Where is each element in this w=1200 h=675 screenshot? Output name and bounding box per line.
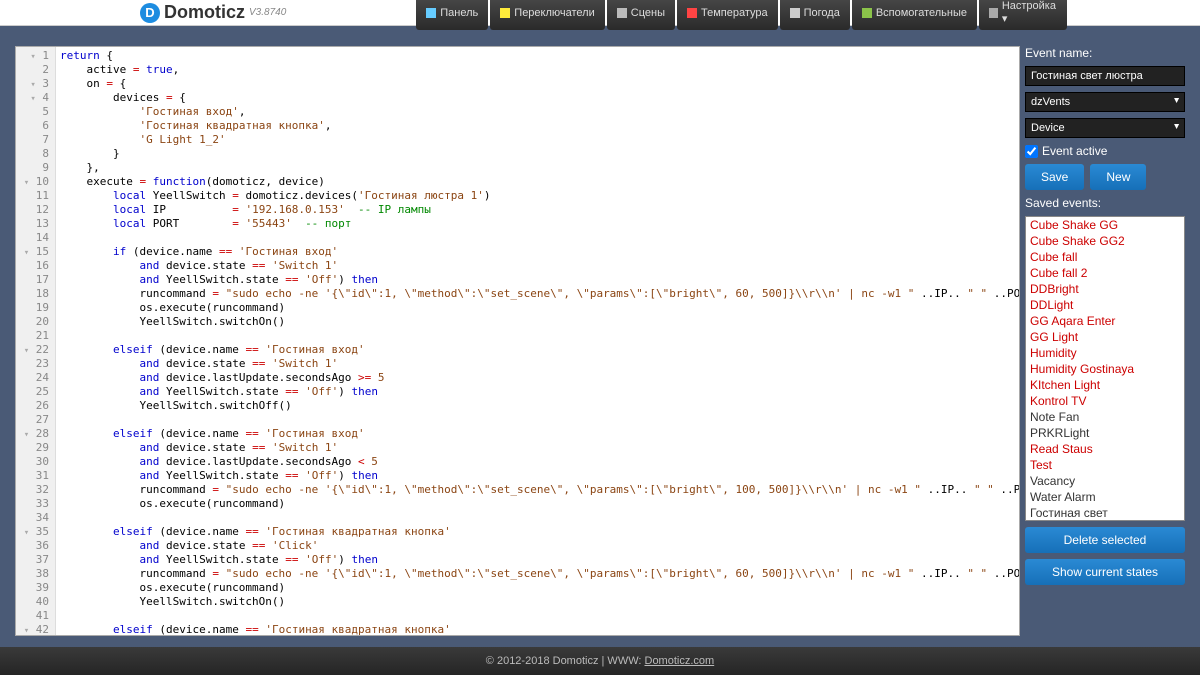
nav-item[interactable]: Настройка ▾ <box>979 0 1067 30</box>
footer-link[interactable]: Domoticz.com <box>645 655 715 667</box>
nav-item[interactable]: Сцены <box>607 0 675 30</box>
line-gutter: ▾ 12▾ 3▾ 456789▾ 1011121314▾ 15161718192… <box>16 47 56 635</box>
saved-event-item[interactable]: Cube fall 2 <box>1026 265 1184 281</box>
saved-events-label: Saved events: <box>1025 196 1185 210</box>
saved-event-item[interactable]: Note Fan <box>1026 409 1184 425</box>
saved-event-item[interactable]: Гостиная свет <box>1026 505 1184 521</box>
show-states-button[interactable]: Show current states <box>1025 559 1185 585</box>
code-area[interactable]: return { active = true, on = { devices =… <box>56 47 1019 635</box>
nav-label: Погода <box>804 7 840 19</box>
saved-event-item[interactable]: Kontrol TV <box>1026 393 1184 409</box>
footer: © 2012-2018 Domoticz | WWW: Domoticz.com <box>0 647 1200 675</box>
nav-label: Настройка ▾ <box>1002 0 1057 25</box>
event-active-label: Event active <box>1042 144 1107 158</box>
saved-event-item[interactable]: Vacancy <box>1026 473 1184 489</box>
nav-item[interactable]: Панель <box>416 0 488 30</box>
save-button[interactable]: Save <box>1025 164 1084 190</box>
event-name-input[interactable] <box>1025 66 1185 86</box>
logo[interactable]: D Domoticz V3.8740 <box>140 2 286 23</box>
nav-label: Панель <box>440 7 478 19</box>
nav-icon <box>426 8 436 18</box>
saved-event-item[interactable]: GG Light <box>1026 329 1184 345</box>
saved-event-item[interactable]: Humidity Gostinaya <box>1026 361 1184 377</box>
nav-label: Сцены <box>631 7 665 19</box>
nav-label: Вспомогательные <box>876 7 967 19</box>
saved-event-item[interactable]: KItchen Light <box>1026 377 1184 393</box>
nav-icon <box>989 8 998 18</box>
saved-event-item[interactable]: Water Alarm <box>1026 489 1184 505</box>
saved-event-item[interactable]: DDBright <box>1026 281 1184 297</box>
saved-events-list[interactable]: Cube Shake GGCube Shake GG2Cube fallCube… <box>1025 216 1185 521</box>
event-name-label: Event name: <box>1025 46 1185 60</box>
code-editor[interactable]: ▾ 12▾ 3▾ 456789▾ 1011121314▾ 15161718192… <box>15 46 1020 636</box>
new-button[interactable]: New <box>1090 164 1146 190</box>
interpreter-select[interactable] <box>1025 92 1185 112</box>
saved-event-item[interactable]: Read Staus <box>1026 441 1184 457</box>
nav-item[interactable]: Погода <box>780 0 850 30</box>
header-bar: D Domoticz V3.8740 Панель Переключатели Сц… <box>0 0 1200 26</box>
saved-event-item[interactable]: Cube Shake GG2 <box>1026 233 1184 249</box>
saved-event-item[interactable]: PRKRLight <box>1026 425 1184 441</box>
nav-label: Температура <box>701 7 768 19</box>
logo-icon: D <box>140 3 160 23</box>
nav-icon <box>790 8 800 18</box>
saved-event-item[interactable]: Cube Shake GG <box>1026 217 1184 233</box>
event-active-row[interactable]: Event active <box>1025 144 1185 158</box>
saved-event-item[interactable]: Test <box>1026 457 1184 473</box>
nav-icon <box>862 8 872 18</box>
side-panel: Event name: Event active Save New Saved … <box>1025 46 1185 636</box>
logo-version: V3.8740 <box>249 7 286 18</box>
saved-event-item[interactable]: Humidity <box>1026 345 1184 361</box>
saved-event-item[interactable]: DDLight <box>1026 297 1184 313</box>
footer-copy: © 2012-2018 Domoticz | WWW: <box>486 655 645 667</box>
event-active-checkbox[interactable] <box>1025 145 1038 158</box>
logo-text: Domoticz <box>164 2 245 23</box>
main-nav: Панель Переключатели Сцены Температура Погод… <box>416 0 1067 30</box>
nav-icon <box>500 8 510 18</box>
saved-event-item[interactable]: GG Aqara Enter <box>1026 313 1184 329</box>
nav-label: Переключатели <box>514 7 594 19</box>
delete-selected-button[interactable]: Delete selected <box>1025 527 1185 553</box>
trigger-select[interactable] <box>1025 118 1185 138</box>
nav-icon <box>617 8 627 18</box>
saved-event-item[interactable]: Cube fall <box>1026 249 1184 265</box>
nav-item[interactable]: Переключатели <box>490 0 604 30</box>
nav-item[interactable]: Температура <box>677 0 778 30</box>
nav-icon <box>687 8 697 18</box>
nav-item[interactable]: Вспомогательные <box>852 0 977 30</box>
